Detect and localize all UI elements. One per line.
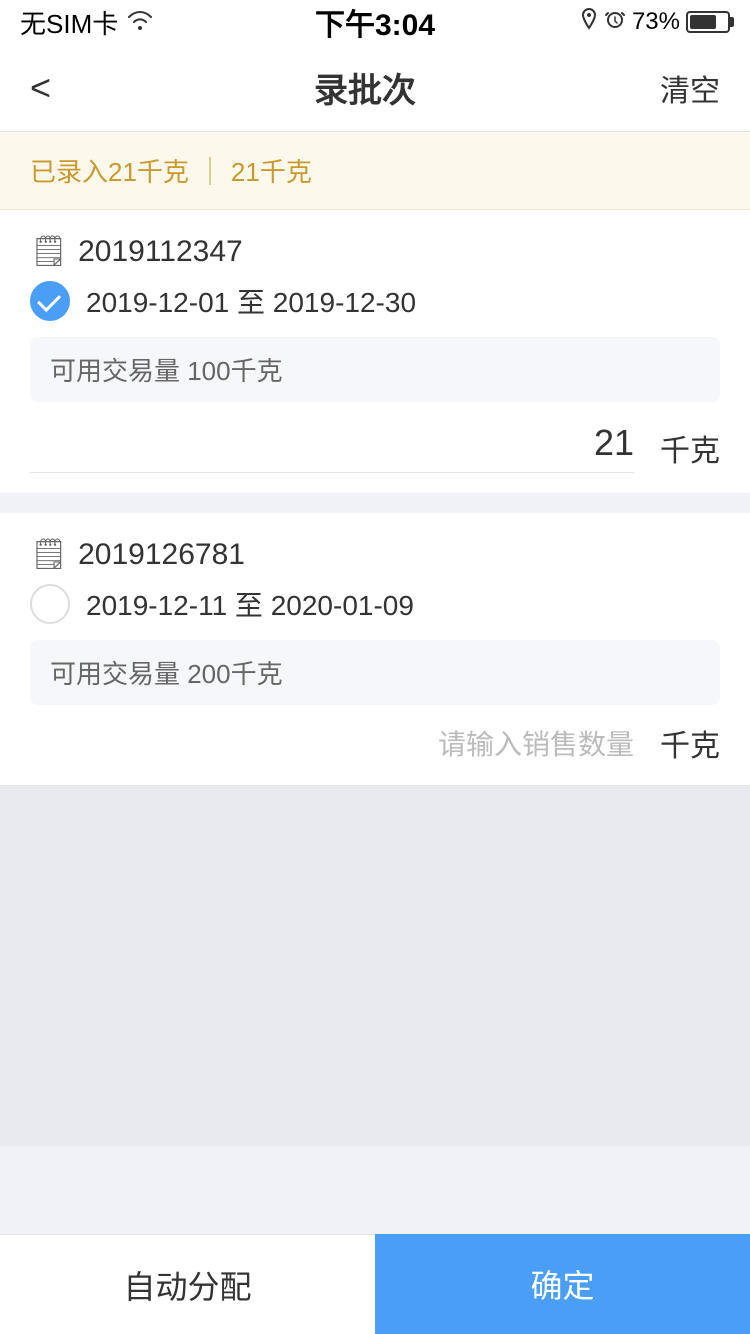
quantity-value-1[interactable]: 21: [554, 422, 634, 464]
location-icon: [580, 8, 598, 37]
carrier-text: 无SIM卡: [20, 4, 118, 41]
clear-button[interactable]: 清空: [640, 66, 720, 110]
auto-distribute-button[interactable]: 自动分配: [0, 1234, 375, 1334]
batch-header-1: 🗒 2019112347: [30, 234, 720, 269]
quantity-unit-1: 千克: [660, 426, 720, 470]
status-right: 73%: [580, 8, 730, 37]
status-bar: 无SIM卡 下午3:04 73%: [0, 0, 750, 44]
summary-amount: 21千克: [231, 152, 312, 189]
quantity-row-2: 请输入销售数量 千克: [0, 705, 750, 786]
page-title: 录批次: [90, 63, 640, 112]
batch-header-2: 🗒 2019126781: [30, 537, 720, 572]
section-gap-1: [0, 493, 750, 513]
batch-id-icon-1: 🗒: [30, 234, 68, 269]
batch-date-1: 2019-12-01 至 2019-12-30: [86, 281, 416, 321]
back-button[interactable]: <: [30, 67, 90, 109]
nav-bar: < 录批次 清空: [0, 44, 750, 132]
batch-date-2: 2019-12-11 至 2020-01-09: [86, 584, 414, 624]
battery-percent: 73%: [632, 8, 680, 36]
batch-date-row-2: 2019-12-11 至 2020-01-09: [30, 584, 720, 624]
batch-radio-2[interactable]: [30, 584, 70, 624]
wifi-icon: [126, 7, 154, 38]
available-volume-2: 可用交易量 200千克: [30, 640, 720, 705]
status-left: 无SIM卡: [20, 4, 154, 41]
quantity-input-wrapper-1: 21: [30, 422, 634, 473]
alarm-icon: [604, 8, 626, 37]
batch-item-1: 🗒 2019112347 2019-12-01 至 2019-12-30 可用交…: [0, 210, 750, 493]
bottom-bar: 自动分配 确定: [0, 1234, 750, 1334]
battery-icon: [686, 11, 730, 33]
batch-id-2: 2019126781: [78, 538, 245, 572]
summary-label: 已录入21千克: [30, 152, 189, 189]
confirm-button[interactable]: 确定: [375, 1234, 750, 1334]
batch-id-1: 2019112347: [78, 235, 243, 269]
quantity-unit-2: 千克: [660, 721, 720, 765]
available-volume-1: 可用交易量 100千克: [30, 337, 720, 402]
batch-date-row-1: 2019-12-01 至 2019-12-30: [30, 281, 720, 321]
batch-id-icon-2: 🗒: [30, 537, 68, 572]
status-time: 下午3:04: [315, 0, 435, 44]
batch-item-2: 🗒 2019126781 2019-12-11 至 2020-01-09 可用交…: [0, 513, 750, 786]
quantity-placeholder-2[interactable]: 请输入销售数量: [438, 723, 634, 763]
quantity-row-1: 21 千克: [0, 402, 750, 493]
batch-radio-1[interactable]: [30, 281, 70, 321]
summary-banner: 已录入21千克 21千克: [0, 132, 750, 210]
summary-divider: [209, 157, 211, 185]
content-area: [0, 786, 750, 1146]
